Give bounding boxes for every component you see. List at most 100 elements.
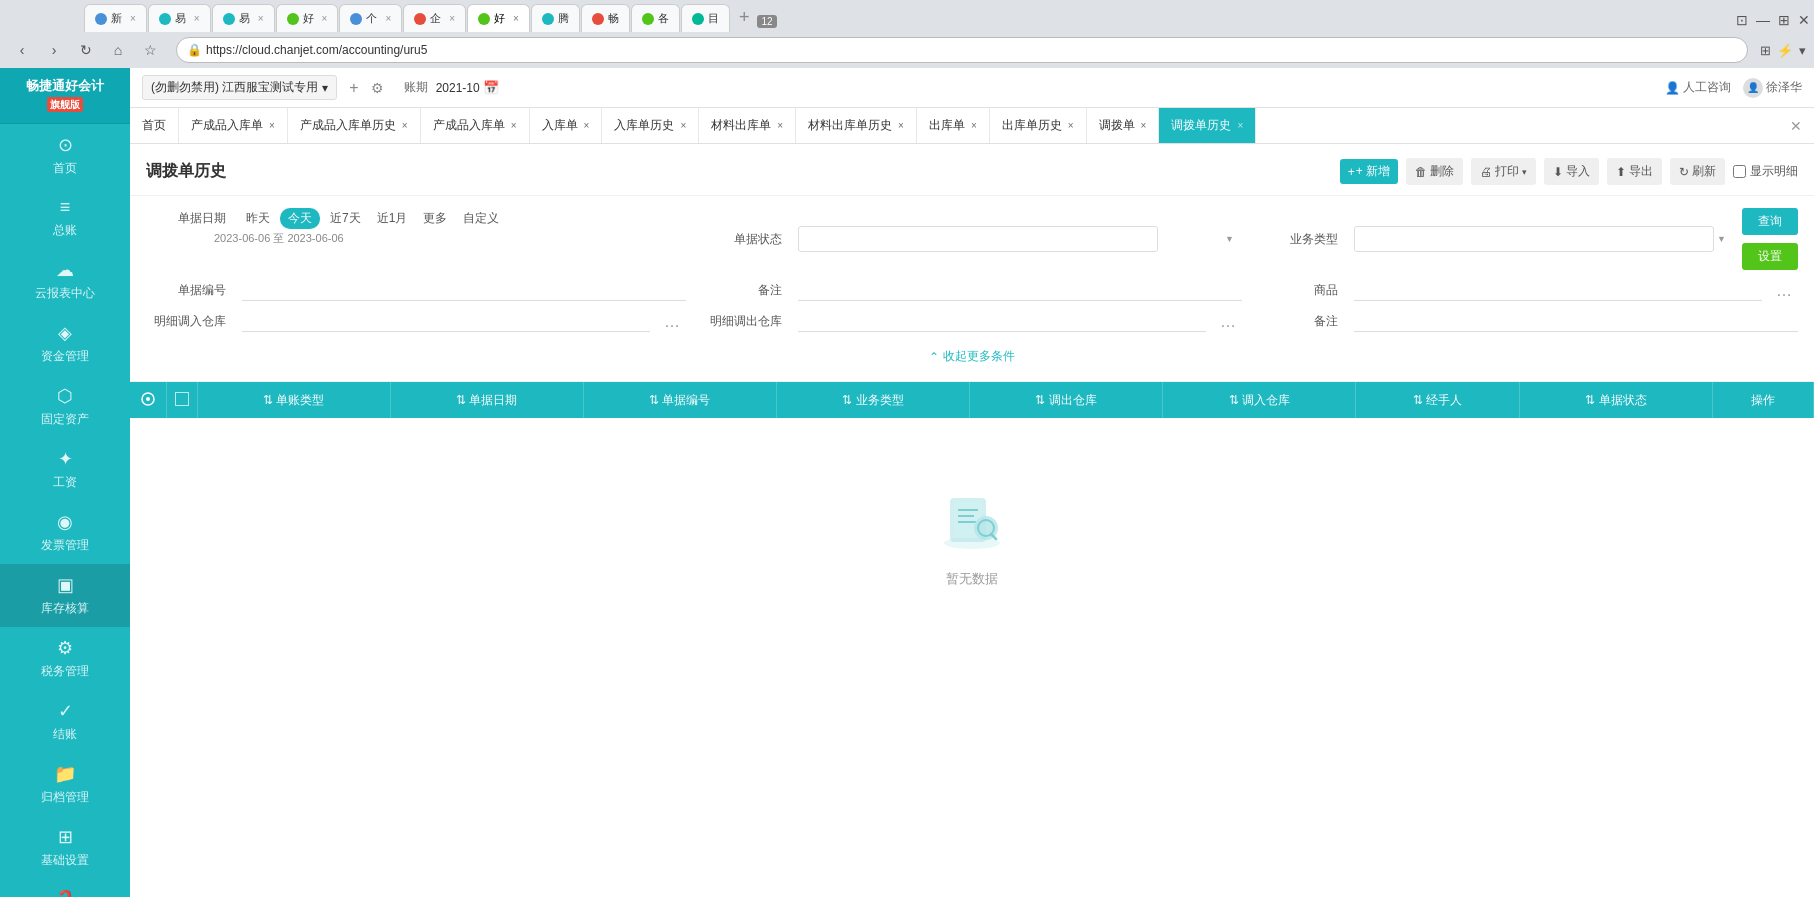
date-btn-7days[interactable]: 近7天 [324,208,367,229]
date-btn-yesterday[interactable]: 昨天 [240,208,276,229]
sidebar-item-archive[interactable]: 📁 归档管理 [0,753,130,816]
nav-tab-11-active[interactable]: 调拨单历史 × [1159,108,1256,143]
service-button[interactable]: 👤 人工咨询 [1665,79,1731,96]
nav-tab-close-11[interactable]: × [1237,120,1243,131]
sidebar-item-home[interactable]: ⊙ 首页 [0,124,130,187]
nav-tab-3[interactable]: 产成品入库单 × [421,108,530,143]
nav-tab-close-8[interactable]: × [971,120,977,131]
collapse-button[interactable]: ⌃ 收起更多条件 [929,348,1015,365]
sidebar-item-invoice[interactable]: ◉ 发票管理 [0,501,130,564]
display-toggle[interactable]: 显示明细 [1733,163,1798,180]
tab-2[interactable]: 易 × [148,4,211,32]
nav-tab-close-7[interactable]: × [898,120,904,131]
voucher-no-input[interactable] [242,280,686,301]
nav-tab-8[interactable]: 出库单 × [917,108,990,143]
nav-tab-close-10[interactable]: × [1141,120,1147,131]
date-btn-today[interactable]: 今天 [280,208,320,229]
sidebar-item-tax[interactable]: ⚙ 税务管理 [0,627,130,690]
import-button[interactable]: ⬇ 导入 [1544,158,1599,185]
col-date[interactable]: ⇅ 单据日期 [390,382,583,418]
col-business[interactable]: ⇅ 业务类型 [776,382,969,418]
nav-tab-5[interactable]: 入库单历史 × [602,108,699,143]
tab-11[interactable]: 目 [681,4,730,32]
sidebar-item-close[interactable]: ✓ 结账 [0,690,130,753]
refresh-button[interactable]: ↻ [72,36,100,64]
tab-8[interactable]: 腾 [531,4,580,32]
close-all-button[interactable]: ✕ [1778,118,1814,134]
nav-tab-close-1[interactable]: × [269,120,275,131]
back-button[interactable]: ‹ [8,36,36,64]
tab-10[interactable]: 各 [631,4,680,32]
address-bar[interactable]: 🔒 https://cloud.chanjet.com/accounting/u… [176,37,1748,63]
tab-1[interactable]: 新 × [84,4,147,32]
tab-7-active[interactable]: 好 × [467,4,530,32]
date-btn-custom[interactable]: 自定义 [457,208,505,229]
sidebar-item-fund[interactable]: ◈ 资金管理 [0,312,130,375]
add-company-button[interactable]: + [345,79,362,97]
delete-button[interactable]: 🗑 删除 [1406,158,1463,185]
home-button[interactable]: ⌂ [104,36,132,64]
nav-tab-close-5[interactable]: × [680,120,686,131]
new-button[interactable]: + + 新增 [1340,159,1398,184]
settings-gear-icon[interactable]: ⚙ [371,80,384,96]
more-button[interactable]: ▾ [1799,43,1806,58]
sidebar-item-payroll[interactable]: ✦ 工资 [0,438,130,501]
print-button[interactable]: 🖨 打印 ▾ [1471,158,1536,185]
nav-tab-10[interactable]: 调拨单 × [1087,108,1160,143]
col-status[interactable]: ⇅ 单据状态 [1519,382,1712,418]
nav-tab-6[interactable]: 材料出库单 × [699,108,796,143]
refresh-button[interactable]: ↻ 刷新 [1670,158,1725,185]
setting-button[interactable]: 设置 [1742,243,1798,270]
nav-tab-close-9[interactable]: × [1068,120,1074,131]
date-btn-1month[interactable]: 近1月 [371,208,414,229]
col-no[interactable]: ⇅ 单据编号 [583,382,776,418]
goods-more-icon[interactable]: … [1770,282,1798,300]
new-tab-button[interactable]: + [731,7,758,32]
nav-tab-close-6[interactable]: × [777,120,783,131]
select-all-checkbox[interactable] [175,392,189,406]
col-in-wh[interactable]: ⇅ 调入仓库 [1163,382,1356,418]
query-button[interactable]: 查询 [1742,208,1798,235]
nav-tab-close-3[interactable]: × [511,120,517,131]
display-checkbox[interactable] [1733,165,1746,178]
table-header-check[interactable] [166,382,197,418]
sidebar-item-cloud-report[interactable]: ☁ 云报表中心 [0,249,130,312]
bookmark-button[interactable]: ☆ [136,36,164,64]
out-warehouse-input[interactable] [798,311,1206,332]
col-handler[interactable]: ⇅ 经手人 [1356,382,1520,418]
nav-tab-4[interactable]: 入库单 × [530,108,603,143]
nav-tab-home[interactable]: 首页 [130,108,179,143]
nav-tab-close-2[interactable]: × [402,120,408,131]
sidebar-item-ledger[interactable]: ≡ 总账 [0,187,130,249]
table-header-settings[interactable] [130,382,166,418]
col-out-wh[interactable]: ⇅ 调出仓库 [970,382,1163,418]
export-button[interactable]: ⬆ 导出 [1607,158,1662,185]
tab-5[interactable]: 个 × [339,4,402,32]
business-type-select[interactable] [1354,226,1714,252]
remark-input[interactable] [798,280,1242,301]
out-warehouse-more-icon[interactable]: … [1214,313,1242,331]
nav-tab-1[interactable]: 产成品入库单 × [179,108,288,143]
tab-4[interactable]: 好 × [276,4,339,32]
sidebar-item-inventory[interactable]: ▣ 库存核算 [0,564,130,627]
sidebar-item-fixed-asset[interactable]: ⬡ 固定资产 [0,375,130,438]
goods-input[interactable] [1354,280,1762,301]
forward-button[interactable]: › [40,36,68,64]
in-warehouse-input[interactable] [242,311,650,332]
period-value[interactable]: 2021-10 📅 [436,80,499,95]
lightning-icon[interactable]: ⚡ [1777,43,1793,58]
user-menu[interactable]: 👤 徐泽华 [1743,78,1802,98]
extensions-icon[interactable]: ⊞ [1760,43,1771,58]
sidebar-item-guide[interactable]: ❓ 新手引导 [0,879,130,897]
nav-tab-close-4[interactable]: × [584,120,590,131]
tab-3[interactable]: 易 × [212,4,275,32]
company-select[interactable]: (勿删勿禁用) 江西服宝测试专用 ▾ [142,75,337,100]
col-type[interactable]: ⇅ 单账类型 [197,382,390,418]
status-select[interactable] [798,226,1158,252]
date-btn-more[interactable]: 更多 [417,208,453,229]
nav-tab-2[interactable]: 产成品入库单历史 × [288,108,421,143]
tab-9[interactable]: 畅 [581,4,630,32]
remark2-input[interactable] [1354,311,1798,332]
nav-tab-9[interactable]: 出库单历史 × [990,108,1087,143]
sidebar-item-settings[interactable]: ⊞ 基础设置 [0,816,130,879]
